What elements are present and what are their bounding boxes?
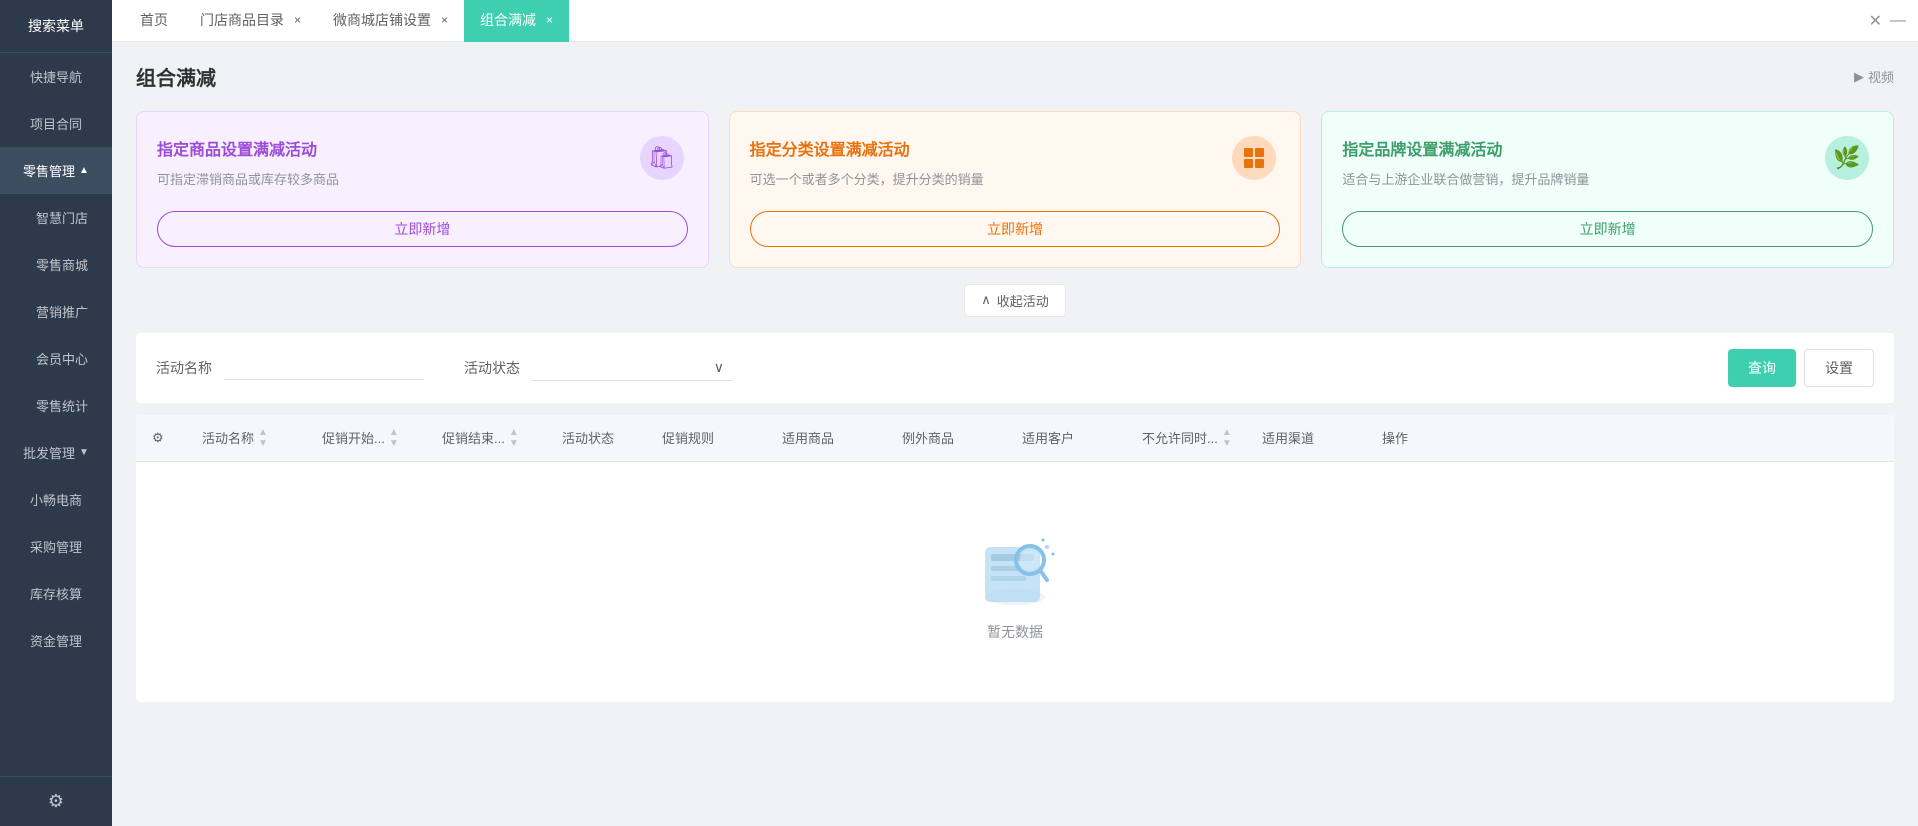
sort-icon: ▲▼ bbox=[258, 427, 268, 449]
activity-name-label: 活动名称 bbox=[156, 358, 212, 378]
settings-icon: ⚙ bbox=[152, 430, 164, 446]
arrow-icon: ▲ bbox=[79, 165, 89, 176]
sidebar-item-project-contract[interactable]: 项目合同 bbox=[0, 100, 112, 147]
table-col-settings[interactable]: ⚙ bbox=[144, 415, 194, 461]
tab-close-combo-discount[interactable]: × bbox=[546, 13, 553, 27]
query-button[interactable]: 查询 bbox=[1728, 349, 1796, 387]
sidebar-item-retail-management[interactable]: 零售管理 ▲ bbox=[0, 147, 112, 194]
table-col-excluded-goods: 例外商品 bbox=[894, 415, 1014, 461]
table-col-promo-start[interactable]: 促销开始... ▲▼ bbox=[314, 415, 434, 461]
activity-cards: 🛍 指定商品设置满减活动 可指定滞销商品或库存较多商品 立即新增 指定分类设置满… bbox=[136, 111, 1894, 268]
category-card-desc: 可选一个或者多个分类，提升分类的销量 bbox=[750, 170, 1281, 191]
tab-wechat-store[interactable]: 微商城店铺设置 × bbox=[317, 0, 464, 42]
sidebar: 搜索菜单 快捷导航 项目合同 零售管理 ▲ 智慧门店 零售商城 营销推广 会员中… bbox=[0, 0, 112, 826]
table-col-applicable-channels: 适用渠道 bbox=[1254, 415, 1374, 461]
sidebar-item-purchase[interactable]: 采购管理 bbox=[0, 523, 112, 570]
table-col-applicable-goods: 适用商品 bbox=[774, 415, 894, 461]
chevron-down-icon: ∨ bbox=[714, 359, 724, 376]
brand-activity-card: 🌿 指定品牌设置满减活动 适合与上游企业联合做营销，提升品牌销量 立即新增 bbox=[1321, 111, 1894, 268]
tab-store-catalog[interactable]: 门店商品目录 × bbox=[184, 0, 317, 42]
collapse-icon: ∧ bbox=[981, 292, 991, 308]
sidebar-search[interactable]: 搜索菜单 bbox=[0, 0, 112, 53]
sidebar-item-xiaochang[interactable]: 小畅电商 bbox=[0, 476, 112, 523]
product-card-title: 指定商品设置满减活动 bbox=[157, 136, 688, 160]
table-col-activity-name[interactable]: 活动名称 ▲▼ bbox=[194, 415, 314, 461]
sidebar-item-retail-stats[interactable]: 零售统计 bbox=[0, 382, 112, 429]
product-activity-card: 🛍 指定商品设置满减活动 可指定滞销商品或库存较多商品 立即新增 bbox=[136, 111, 709, 268]
page-title: 组合满减 bbox=[136, 62, 216, 91]
product-card-icon: 🛍 bbox=[640, 136, 684, 180]
activity-name-input[interactable] bbox=[224, 355, 424, 380]
play-icon: ▶ bbox=[1854, 69, 1864, 85]
activity-status-field: 活动状态 ∨ bbox=[464, 355, 732, 381]
page-content-area: 组合满减 ▶ 视频 🛍 指定商品设置满减活动 可指定滞销商品或库存较多商品 立即… bbox=[112, 42, 1918, 826]
close-window-icon[interactable]: ✕ bbox=[1869, 11, 1882, 31]
data-table: ⚙ 活动名称 ▲▼ 促销开始... ▲▼ 促销结束... ▲▼ 活动状态 bbox=[136, 415, 1894, 702]
category-card-title: 指定分类设置满减活动 bbox=[750, 136, 1281, 160]
tab-close-wechat-store[interactable]: × bbox=[441, 13, 448, 27]
table-col-not-allow[interactable]: 不允许同时... ▲▼ bbox=[1134, 415, 1254, 461]
tab-close-store-catalog[interactable]: × bbox=[294, 13, 301, 27]
sidebar-item-quick-nav[interactable]: 快捷导航 bbox=[0, 53, 112, 100]
minimize-window-icon[interactable]: — bbox=[1890, 12, 1906, 30]
tab-bar-actions: ✕ — bbox=[1869, 11, 1906, 31]
arrow-icon: ▼ bbox=[79, 447, 89, 458]
table-col-operations: 操作 bbox=[1374, 415, 1474, 461]
sort-icon: ▲▼ bbox=[1222, 427, 1232, 449]
tab-combo-discount[interactable]: 组合满减 × bbox=[464, 0, 569, 42]
tab-bar: 首页 门店商品目录 × 微商城店铺设置 × 组合满减 × ✕ — bbox=[112, 0, 1918, 42]
table-col-applicable-customers: 适用客户 bbox=[1014, 415, 1134, 461]
collapse-activities-btn[interactable]: ∧ 收起活动 bbox=[964, 284, 1066, 317]
brand-card-add-btn[interactable]: 立即新增 bbox=[1342, 211, 1873, 247]
activity-name-field: 活动名称 bbox=[156, 355, 424, 380]
table-empty-state: 暂无数据 bbox=[136, 462, 1894, 702]
empty-illustration bbox=[965, 522, 1065, 622]
search-actions: 查询 设置 bbox=[1728, 349, 1874, 387]
table-col-promo-rules: 促销规则 bbox=[654, 415, 774, 461]
tab-home[interactable]: 首页 bbox=[124, 0, 184, 42]
settings-button[interactable]: 设置 bbox=[1804, 349, 1874, 387]
category-card-add-btn[interactable]: 立即新增 bbox=[750, 211, 1281, 247]
activity-status-select[interactable]: ∨ bbox=[532, 355, 732, 381]
sidebar-item-finance[interactable]: 资金管理 bbox=[0, 617, 112, 664]
table-col-promo-end[interactable]: 促销结束... ▲▼ bbox=[434, 415, 554, 461]
brand-card-icon: 🌿 bbox=[1825, 136, 1869, 180]
sort-icon: ▲▼ bbox=[389, 427, 399, 449]
brand-card-title: 指定品牌设置满减活动 bbox=[1342, 136, 1873, 160]
page-header: 组合满减 ▶ 视频 bbox=[136, 62, 1894, 91]
sort-icon: ▲▼ bbox=[509, 427, 519, 449]
category-activity-card: 指定分类设置满减活动 可选一个或者多个分类，提升分类的销量 立即新增 bbox=[729, 111, 1302, 268]
gear-icon: ⚙ bbox=[48, 791, 64, 811]
sidebar-item-wholesale[interactable]: 批发管理 ▼ bbox=[0, 429, 112, 476]
table-col-activity-status: 活动状态 bbox=[554, 415, 654, 461]
collapse-bar: ∧ 收起活动 bbox=[136, 284, 1894, 317]
sidebar-settings[interactable]: ⚙ bbox=[0, 776, 112, 826]
sidebar-item-smart-store[interactable]: 智慧门店 bbox=[0, 194, 112, 241]
sidebar-item-marketing[interactable]: 营销推广 bbox=[0, 288, 112, 335]
brand-card-desc: 适合与上游企业联合做营销，提升品牌销量 bbox=[1342, 170, 1873, 191]
sidebar-item-inventory[interactable]: 库存核算 bbox=[0, 570, 112, 617]
sidebar-item-retail-mall[interactable]: 零售商城 bbox=[0, 241, 112, 288]
activity-status-label: 活动状态 bbox=[464, 358, 520, 378]
product-card-desc: 可指定滞销商品或库存较多商品 bbox=[157, 170, 688, 191]
video-link[interactable]: ▶ 视频 bbox=[1854, 67, 1894, 86]
main-content: 首页 门店商品目录 × 微商城店铺设置 × 组合满减 × ✕ — 组合满减 ▶ … bbox=[112, 0, 1918, 826]
empty-text: 暂无数据 bbox=[987, 622, 1043, 642]
search-bar: 活动名称 活动状态 ∨ 查询 设置 bbox=[136, 333, 1894, 403]
table-header: ⚙ 活动名称 ▲▼ 促销开始... ▲▼ 促销结束... ▲▼ 活动状态 bbox=[136, 415, 1894, 462]
sidebar-item-member-center[interactable]: 会员中心 bbox=[0, 335, 112, 382]
product-card-add-btn[interactable]: 立即新增 bbox=[157, 211, 688, 247]
